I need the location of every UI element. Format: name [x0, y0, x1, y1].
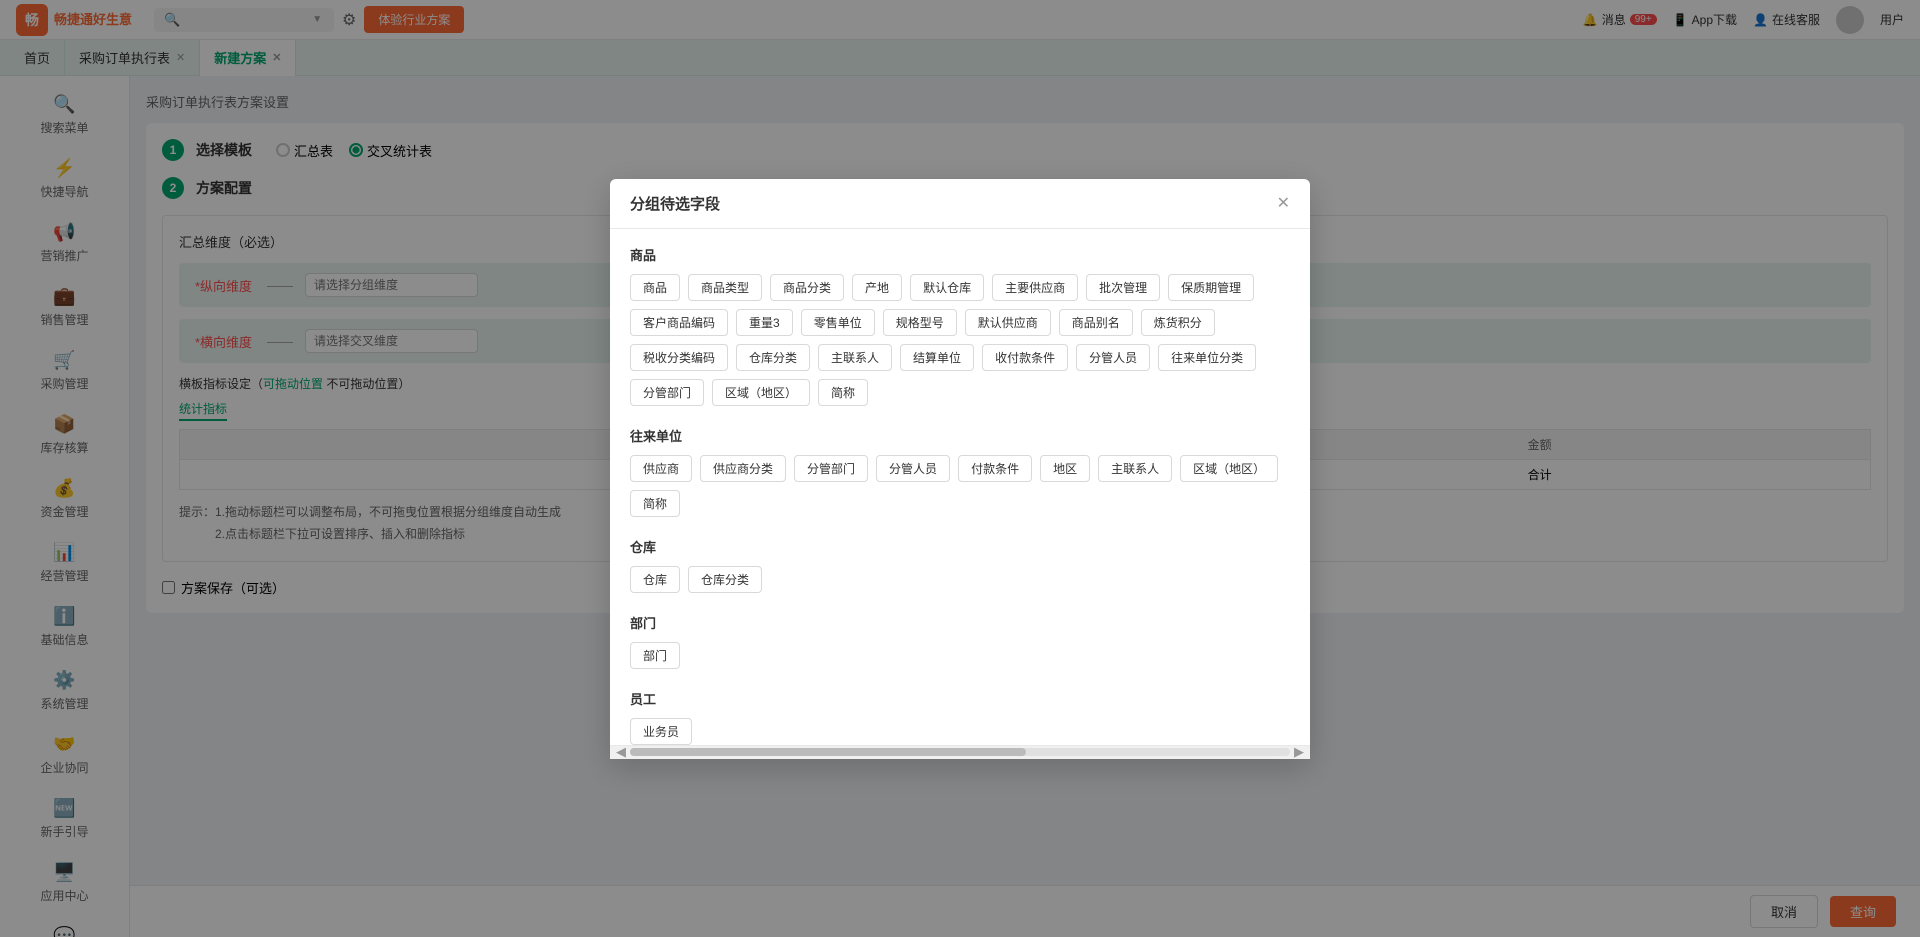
field-tag-0-9[interactable]: 重量3 [736, 309, 793, 336]
field-tag-4-0[interactable]: 业务员 [630, 718, 692, 745]
field-tag-1-7[interactable]: 区域（地区） [1180, 455, 1278, 482]
field-tags-4: 业务员 [630, 718, 1290, 745]
field-section-0: 商品商品商品类型商品分类产地默认仓库主要供应商批次管理保质期管理客户商品编码重量… [630, 245, 1290, 406]
field-tag-1-1[interactable]: 供应商分类 [700, 455, 786, 482]
field-tag-1-4[interactable]: 付款条件 [958, 455, 1032, 482]
scroll-thumb [630, 748, 1026, 756]
field-tag-0-16[interactable]: 仓库分类 [736, 344, 810, 371]
field-tag-3-0[interactable]: 部门 [630, 642, 680, 669]
modal-close-icon[interactable]: ✕ [1277, 193, 1290, 213]
field-tag-0-0[interactable]: 商品 [630, 274, 680, 301]
field-section-title-3: 部门 [630, 613, 1290, 632]
field-tag-0-18[interactable]: 结算单位 [900, 344, 974, 371]
field-tag-0-17[interactable]: 主联系人 [818, 344, 892, 371]
field-section-3: 部门部门 [630, 613, 1290, 669]
modal-header: 分组待选字段 ✕ [610, 179, 1310, 229]
field-tag-0-10[interactable]: 零售单位 [801, 309, 875, 336]
field-tags-3: 部门 [630, 642, 1290, 669]
modal-body: 商品商品商品类型商品分类产地默认仓库主要供应商批次管理保质期管理客户商品编码重量… [610, 229, 1310, 745]
field-tag-2-1[interactable]: 仓库分类 [688, 566, 762, 593]
field-section-title-4: 员工 [630, 689, 1290, 708]
field-section-title-2: 仓库 [630, 537, 1290, 556]
field-section-4: 员工业务员 [630, 689, 1290, 745]
field-tag-0-22[interactable]: 分管部门 [630, 379, 704, 406]
field-tag-0-7[interactable]: 保质期管理 [1168, 274, 1254, 301]
field-section-1: 往来单位供应商供应商分类分管部门分管人员付款条件地区主联系人区域（地区） 简称 [630, 426, 1290, 517]
field-tag-0-2[interactable]: 商品分类 [770, 274, 844, 301]
field-tag-0-5[interactable]: 主要供应商 [992, 274, 1078, 301]
scroll-left-arrow[interactable]: ◀ [616, 744, 626, 760]
scroll-track [630, 748, 1290, 756]
field-tag-0-14[interactable]: 炼货积分 [1141, 309, 1215, 336]
field-tag-0-4[interactable]: 默认仓库 [910, 274, 984, 301]
field-tag-0-6[interactable]: 批次管理 [1086, 274, 1160, 301]
modal-horizontal-scrollbar[interactable]: ◀ ▶ [610, 745, 1310, 759]
field-section-title-1: 往来单位 [630, 426, 1290, 445]
field-tag-0-19[interactable]: 收付款条件 [982, 344, 1068, 371]
field-tag-0-12[interactable]: 默认供应商 [965, 309, 1051, 336]
field-tag-0-1[interactable]: 商品类型 [688, 274, 762, 301]
field-tag-0-3[interactable]: 产地 [852, 274, 902, 301]
field-tags-2: 仓库仓库分类 [630, 566, 1290, 593]
field-tag-0-20[interactable]: 分管人员 [1076, 344, 1150, 371]
modal-overlay: 分组待选字段 ✕ 商品商品商品类型商品分类产地默认仓库主要供应商批次管理保质期管… [0, 0, 1920, 937]
field-tag-0-24[interactable]: 简称 [818, 379, 868, 406]
field-tags-1: 供应商供应商分类分管部门分管人员付款条件地区主联系人区域（地区） 简称 [630, 455, 1290, 517]
field-tag-0-13[interactable]: 商品别名 [1059, 309, 1133, 336]
field-tag-1-2[interactable]: 分管部门 [794, 455, 868, 482]
field-tag-0-23[interactable]: 区域（地区） [712, 379, 810, 406]
field-tag-1-3[interactable]: 分管人员 [876, 455, 950, 482]
modal-dialog: 分组待选字段 ✕ 商品商品商品类型商品分类产地默认仓库主要供应商批次管理保质期管… [610, 179, 1310, 759]
field-tags-0: 商品商品类型商品分类产地默认仓库主要供应商批次管理保质期管理客户商品编码重量3 零… [630, 274, 1290, 406]
field-tag-0-11[interactable]: 规格型号 [883, 309, 957, 336]
field-tag-2-0[interactable]: 仓库 [630, 566, 680, 593]
field-tag-1-5[interactable]: 地区 [1040, 455, 1090, 482]
field-tag-1-8[interactable]: 简称 [630, 490, 680, 517]
field-tag-0-8[interactable]: 客户商品编码 [630, 309, 728, 336]
field-tag-1-0[interactable]: 供应商 [630, 455, 692, 482]
field-section-2: 仓库仓库仓库分类 [630, 537, 1290, 593]
scroll-right-arrow[interactable]: ▶ [1294, 744, 1304, 760]
modal-title: 分组待选字段 [630, 193, 720, 214]
field-tag-0-21[interactable]: 往来单位分类 [1158, 344, 1256, 371]
field-tag-0-15[interactable]: 税收分类编码 [630, 344, 728, 371]
field-tag-1-6[interactable]: 主联系人 [1098, 455, 1172, 482]
field-section-title-0: 商品 [630, 245, 1290, 264]
